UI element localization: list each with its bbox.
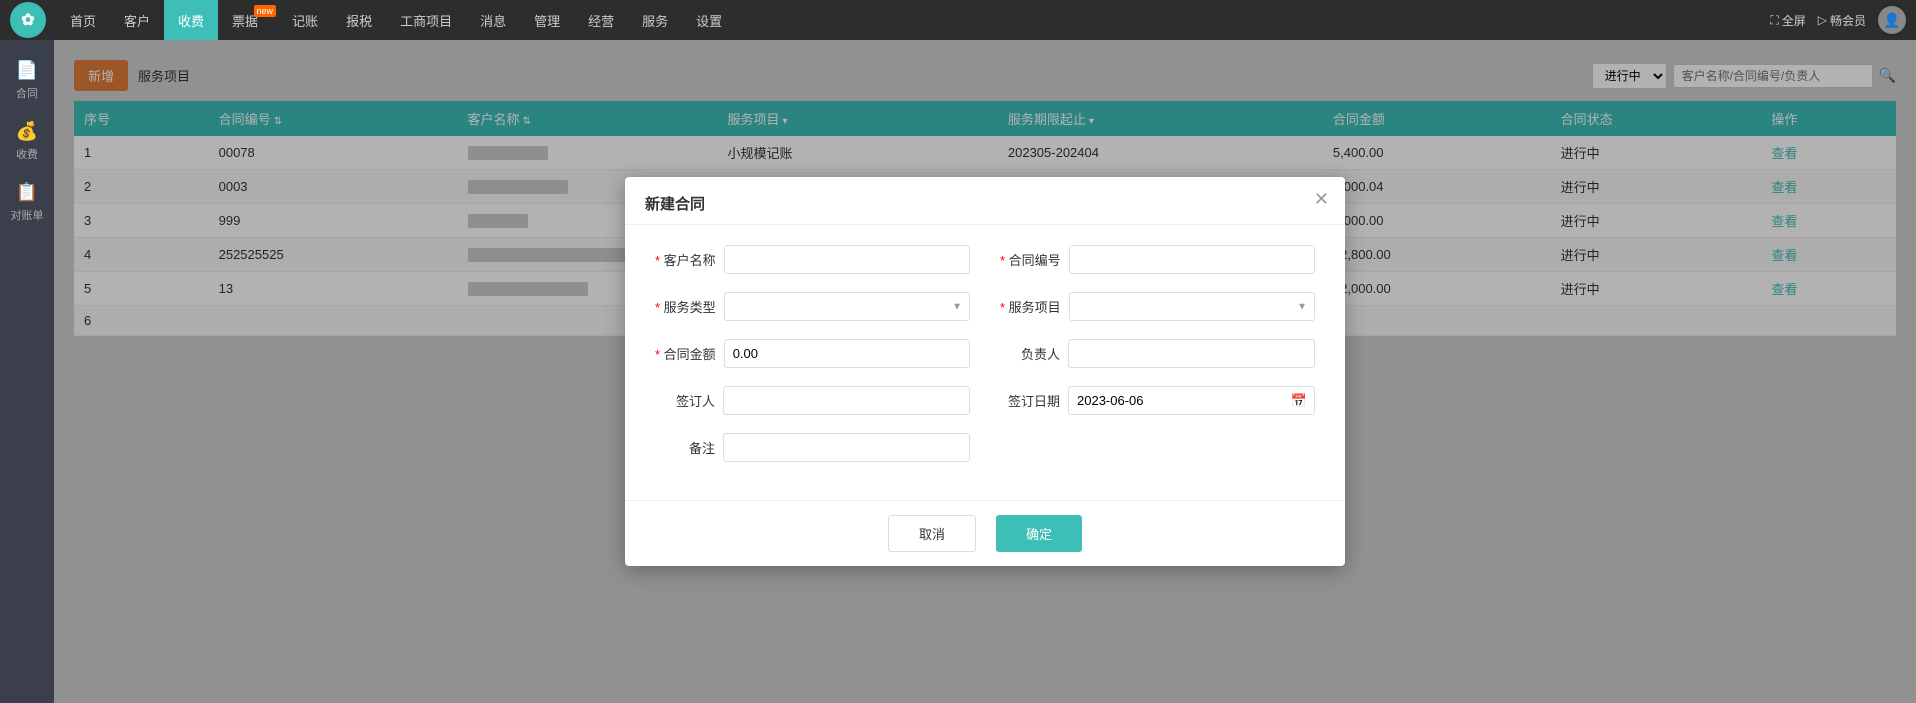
form-group-customer: 客户名称 bbox=[655, 245, 970, 274]
responsible-label: 负责人 bbox=[1000, 344, 1060, 363]
form-group-contract-no: 合同编号 bbox=[1000, 245, 1315, 274]
fullscreen-button[interactable]: ⛶ 全屏 bbox=[1770, 12, 1805, 29]
fees-icon: 💰 bbox=[16, 121, 38, 142]
service-type-label: 服务类型 bbox=[655, 297, 716, 316]
amount-label: 合同金额 bbox=[655, 344, 716, 363]
form-group-responsible: 负责人 bbox=[1000, 339, 1315, 368]
fullscreen-icon: ⛶ bbox=[1770, 13, 1778, 28]
nav-messages[interactable]: 消息 bbox=[466, 0, 520, 40]
new-badge: new bbox=[254, 5, 277, 17]
form-group-amount: 合同金额 bbox=[655, 339, 970, 368]
main-content: 新增 服务项目 进行中 已完成 已终止 🔍 序号 合同编号⇅ 客户名称⇅ 服务项… bbox=[54, 40, 1916, 703]
sidebar-item-fees[interactable]: 💰 收费 bbox=[0, 111, 54, 172]
nav-operations[interactable]: 经营 bbox=[574, 0, 628, 40]
nav-bookkeeping[interactable]: 记账 bbox=[278, 0, 332, 40]
form-row-5: 备注 bbox=[655, 433, 1315, 462]
modal-title: 新建合同 bbox=[625, 177, 1345, 225]
nav-right: ⛶ 全屏 ▷ 畅会员 👤 bbox=[1770, 6, 1906, 34]
customer-name-input[interactable] bbox=[724, 245, 970, 274]
contract-icon: 📄 bbox=[16, 60, 38, 81]
calendar-icon[interactable]: 📅 bbox=[1291, 393, 1307, 409]
confirm-button[interactable]: 确定 bbox=[996, 515, 1082, 552]
responsible-input[interactable] bbox=[1068, 339, 1315, 368]
service-item-select[interactable] bbox=[1069, 292, 1315, 321]
form-row-1: 客户名称 合同编号 bbox=[655, 245, 1315, 274]
service-item-label: 服务项目 bbox=[1000, 297, 1061, 316]
form-group-service-item: 服务项目 ▼ bbox=[1000, 292, 1315, 321]
notes-label: 备注 bbox=[655, 438, 715, 457]
nav-bills[interactable]: 票据 new bbox=[218, 0, 278, 40]
form-group-signer: 签订人 bbox=[655, 386, 970, 415]
avatar-icon: 👤 bbox=[1883, 12, 1900, 29]
nav-settings[interactable]: 设置 bbox=[682, 0, 736, 40]
notes-input[interactable] bbox=[723, 433, 970, 462]
signer-label: 签订人 bbox=[655, 391, 715, 410]
play-icon: ▷ bbox=[1818, 13, 1827, 27]
amount-input[interactable] bbox=[724, 339, 970, 368]
nav-tax[interactable]: 报税 bbox=[332, 0, 386, 40]
user-avatar[interactable]: 👤 bbox=[1878, 6, 1906, 34]
sign-date-input[interactable] bbox=[1068, 386, 1315, 415]
logo-icon: ✿ bbox=[21, 10, 34, 30]
cancel-button[interactable]: 取消 bbox=[888, 515, 976, 552]
nav-business[interactable]: 工商项目 bbox=[386, 0, 466, 40]
modal-close-button[interactable]: ✕ bbox=[1314, 189, 1329, 210]
form-row-2: 服务类型 ▼ 服务项目 ▼ bbox=[655, 292, 1315, 321]
service-item-select-wrap: ▼ bbox=[1069, 292, 1315, 321]
form-row-4: 签订人 签订日期 📅 bbox=[655, 386, 1315, 415]
customer-name-label: 客户名称 bbox=[655, 250, 716, 269]
contract-no-label: 合同编号 bbox=[1000, 250, 1061, 269]
spacer bbox=[1000, 433, 1315, 462]
app-logo[interactable]: ✿ bbox=[10, 2, 46, 38]
nav-customer[interactable]: 客户 bbox=[110, 0, 164, 40]
nav-home[interactable]: 首页 bbox=[56, 0, 110, 40]
nav-fees[interactable]: 收费 bbox=[164, 0, 218, 40]
sign-date-label: 签订日期 bbox=[1000, 391, 1060, 410]
form-group-service-type: 服务类型 ▼ bbox=[655, 292, 970, 321]
form-group-sign-date: 签订日期 📅 bbox=[1000, 386, 1315, 415]
service-type-select-wrap: ▼ bbox=[724, 292, 970, 321]
sidebar-item-contract[interactable]: 📄 合同 bbox=[0, 50, 54, 111]
nav-items: 首页 客户 收费 票据 new 记账 报税 工商项目 消息 管理 经营 服务 设… bbox=[56, 0, 1770, 40]
top-navigation: ✿ 首页 客户 收费 票据 new 记账 报税 工商项目 消息 管理 经营 服务… bbox=[0, 0, 1916, 40]
form-row-3: 合同金额 负责人 bbox=[655, 339, 1315, 368]
statement-icon: 📋 bbox=[16, 182, 38, 203]
contract-no-input[interactable] bbox=[1069, 245, 1315, 274]
nav-service[interactable]: 服务 bbox=[628, 0, 682, 40]
modal-footer: 取消 确定 bbox=[625, 500, 1345, 566]
sign-date-wrap: 📅 bbox=[1068, 386, 1315, 415]
nav-admin[interactable]: 管理 bbox=[520, 0, 574, 40]
modal-body: 客户名称 合同编号 服务类型 ▼ bbox=[625, 225, 1345, 500]
modal-overlay: 新建合同 ✕ 客户名称 合同编号 服务类型 bbox=[54, 40, 1916, 703]
form-group-notes: 备注 bbox=[655, 433, 970, 462]
sidebar: 📄 合同 💰 收费 📋 对账单 bbox=[0, 40, 54, 703]
sidebar-item-statement[interactable]: 📋 对账单 bbox=[0, 172, 54, 233]
signer-input[interactable] bbox=[723, 386, 970, 415]
service-type-select[interactable] bbox=[724, 292, 970, 321]
new-contract-modal: 新建合同 ✕ 客户名称 合同编号 服务类型 bbox=[625, 177, 1345, 566]
member-button[interactable]: ▷ 畅会员 bbox=[1818, 12, 1866, 29]
